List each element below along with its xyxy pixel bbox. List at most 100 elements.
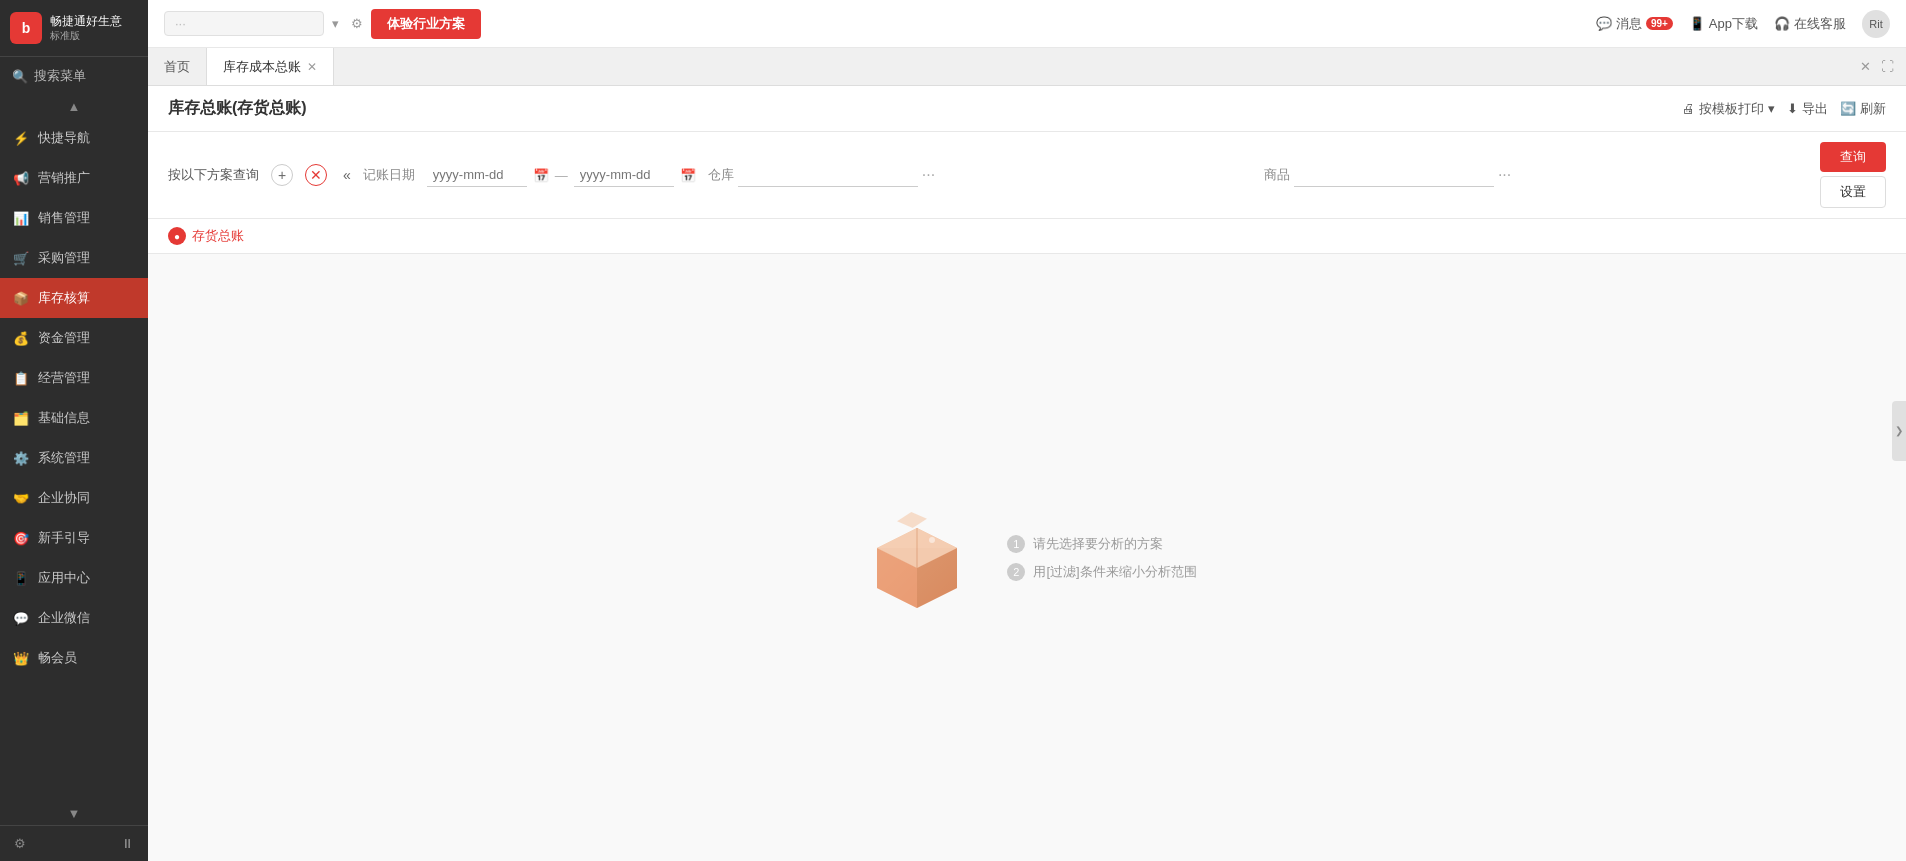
setting-button[interactable]: 设置 (1820, 176, 1886, 208)
sidebar-item-marketing[interactable]: 📢 营销推广 (0, 158, 148, 198)
message-btn[interactable]: 💬 消息 99+ (1596, 15, 1673, 33)
message-badge: 99+ (1646, 17, 1673, 30)
date-from-input[interactable] (427, 163, 527, 187)
system-icon: ⚙️ (12, 449, 30, 467)
sidebar-item-inventory[interactable]: 📦 库存核算 (0, 278, 148, 318)
query-button[interactable]: 查询 (1820, 142, 1886, 172)
page-header-actions: 🖨 按模板打印 ▾ ⬇ 导出 🔄 刷新 (1682, 100, 1886, 118)
empty-state: 1 请先选择要分析的方案 2 用[过滤]条件来缩小分析范围 (857, 498, 1196, 618)
product-label: 商品 (1264, 166, 1290, 184)
main-area: ··· ▾ ⚙ 体验行业方案 💬 消息 99+ 📱 App下载 🎧 在线客服 R… (148, 0, 1906, 861)
date-range-input: 📅 — 📅 (427, 163, 696, 187)
topbar: ··· ▾ ⚙ 体验行业方案 💬 消息 99+ 📱 App下载 🎧 在线客服 R… (148, 0, 1906, 48)
tab-home[interactable]: 首页 (148, 48, 207, 85)
page-title: 库存总账(存货总账) (168, 98, 307, 119)
topbar-search-box[interactable]: ··· (164, 11, 324, 36)
export-button[interactable]: ⬇ 导出 (1787, 100, 1828, 118)
date-label: 记账日期 (363, 166, 415, 184)
scheme-item[interactable]: ● 存货总账 (168, 227, 244, 245)
online-service-btn[interactable]: 🎧 在线客服 (1774, 15, 1846, 33)
print-button[interactable]: 🖨 按模板打印 ▾ (1682, 100, 1775, 118)
topbar-right: 💬 消息 99+ 📱 App下载 🎧 在线客服 Rit (1596, 10, 1890, 38)
industry-solution-button[interactable]: 体验行业方案 (371, 9, 481, 39)
operation-icon: 📋 (12, 369, 30, 387)
sidebar-item-member[interactable]: 👑 畅会员 (0, 638, 148, 678)
filter-clear-button[interactable]: ✕ (305, 164, 327, 186)
product-more-icon[interactable]: ··· (1498, 166, 1511, 184)
sidebar-bottom: ⚙ ⏸ (0, 825, 148, 861)
empty-illustration (857, 498, 977, 618)
sidebar-item-basic[interactable]: 🗂️ 基础信息 (0, 398, 148, 438)
app-download-btn[interactable]: 📱 App下载 (1689, 15, 1758, 33)
topbar-gear-icon[interactable]: ⚙ (351, 16, 363, 31)
scheme-label: 存货总账 (192, 227, 244, 245)
topbar-search-area: ··· ▾ ⚙ 体验行业方案 (164, 9, 1584, 39)
sidebar-item-quick-nav[interactable]: ⚡ 快捷导航 (0, 118, 148, 158)
svg-point-5 (929, 537, 935, 543)
marketing-icon: 📢 (12, 169, 30, 187)
service-icon: 🎧 (1774, 16, 1790, 31)
product-filter: 商品 ··· (1264, 163, 1808, 187)
sidebar-item-wechat[interactable]: 💬 企业微信 (0, 598, 148, 638)
empty-tips: 1 请先选择要分析的方案 2 用[过滤]条件来缩小分析范围 (1007, 535, 1196, 581)
warehouse-input[interactable] (738, 163, 918, 187)
sidebar: b 畅捷通好生意 标准版 🔍 搜索菜单 ▲ ⚡ 快捷导航 📢 营销推广 📊 销售… (0, 0, 148, 861)
member-icon: 👑 (12, 649, 30, 667)
filter-collapse-btn[interactable]: « (343, 167, 351, 183)
scroll-down-btn[interactable]: ▼ (0, 802, 148, 825)
query-actions: 查询 设置 (1820, 142, 1886, 208)
chevron-right-icon: ❯ (1895, 425, 1903, 436)
product-input[interactable] (1294, 163, 1494, 187)
guide-icon: 🎯 (12, 529, 30, 547)
cal-from-icon[interactable]: 📅 (533, 168, 549, 183)
filter-add-button[interactable]: + (271, 164, 293, 186)
filter-label: 按以下方案查询 (168, 166, 259, 184)
sidebar-search[interactable]: 🔍 搜索菜单 (0, 57, 148, 95)
phone-icon: 📱 (1689, 16, 1705, 31)
cal-to-icon[interactable]: 📅 (680, 168, 696, 183)
user-avatar[interactable]: Rit (1862, 10, 1890, 38)
warehouse-more-icon[interactable]: ··· (922, 166, 935, 184)
sidebar-item-sales[interactable]: 📊 销售管理 (0, 198, 148, 238)
sidebar-toggle-icon[interactable]: ⏸ (121, 836, 134, 851)
tip-num-1: 1 (1007, 535, 1025, 553)
refresh-button[interactable]: 🔄 刷新 (1840, 100, 1886, 118)
empty-tip-1: 1 请先选择要分析的方案 (1007, 535, 1196, 553)
logo-icon: b (10, 12, 42, 44)
logo-text: 畅捷通好生意 标准版 (50, 13, 122, 44)
sidebar-item-operation[interactable]: 📋 经营管理 (0, 358, 148, 398)
wechat-icon: 💬 (12, 609, 30, 627)
sidebar-item-guide[interactable]: 🎯 新手引导 (0, 518, 148, 558)
tip-num-2: 2 (1007, 563, 1025, 581)
tabbar: 首页 库存成本总账 ✕ ✕ ⛶ (148, 48, 1906, 86)
sales-icon: 📊 (12, 209, 30, 227)
print-icon: 🖨 (1682, 101, 1695, 116)
svg-marker-7 (897, 510, 928, 529)
app-center-icon: 📱 (12, 569, 30, 587)
panel-area: 库存总账(存货总账) 🖨 按模板打印 ▾ ⬇ 导出 🔄 刷新 按以下方案查询 (148, 86, 1906, 861)
empty-tip-2: 2 用[过滤]条件来缩小分析范围 (1007, 563, 1196, 581)
sidebar-item-cooperation[interactable]: 🤝 企业协同 (0, 478, 148, 518)
tab-close-icon[interactable]: ✕ (307, 60, 317, 74)
export-icon: ⬇ (1787, 101, 1798, 116)
close-panel-icon[interactable]: ✕ (1860, 59, 1871, 74)
warehouse-filter: 仓库 ··· (708, 163, 1252, 187)
sidebar-item-system[interactable]: ⚙️ 系统管理 (0, 438, 148, 478)
settings-icon[interactable]: ⚙ (14, 836, 26, 851)
quick-nav-icon: ⚡ (12, 129, 30, 147)
scheme-bar: ● 存货总账 (148, 219, 1906, 254)
purchase-icon: 🛒 (12, 249, 30, 267)
date-to-input[interactable] (574, 163, 674, 187)
scroll-up-btn[interactable]: ▲ (0, 95, 148, 118)
sidebar-item-app-center[interactable]: 📱 应用中心 (0, 558, 148, 598)
sidebar-item-purchase[interactable]: 🛒 采购管理 (0, 238, 148, 278)
right-panel-toggle[interactable]: ❯ (1892, 401, 1906, 461)
refresh-icon: 🔄 (1840, 101, 1856, 116)
sidebar-item-finance[interactable]: 💰 资金管理 (0, 318, 148, 358)
message-icon: 💬 (1596, 16, 1612, 31)
tab-inventory-cost[interactable]: 库存成本总账 ✕ (207, 48, 334, 85)
content-area: 1 请先选择要分析的方案 2 用[过滤]条件来缩小分析范围 (148, 254, 1906, 861)
topbar-dropdown-icon[interactable]: ▾ (332, 16, 339, 31)
warehouse-label: 仓库 (708, 166, 734, 184)
expand-icon[interactable]: ⛶ (1881, 59, 1894, 74)
